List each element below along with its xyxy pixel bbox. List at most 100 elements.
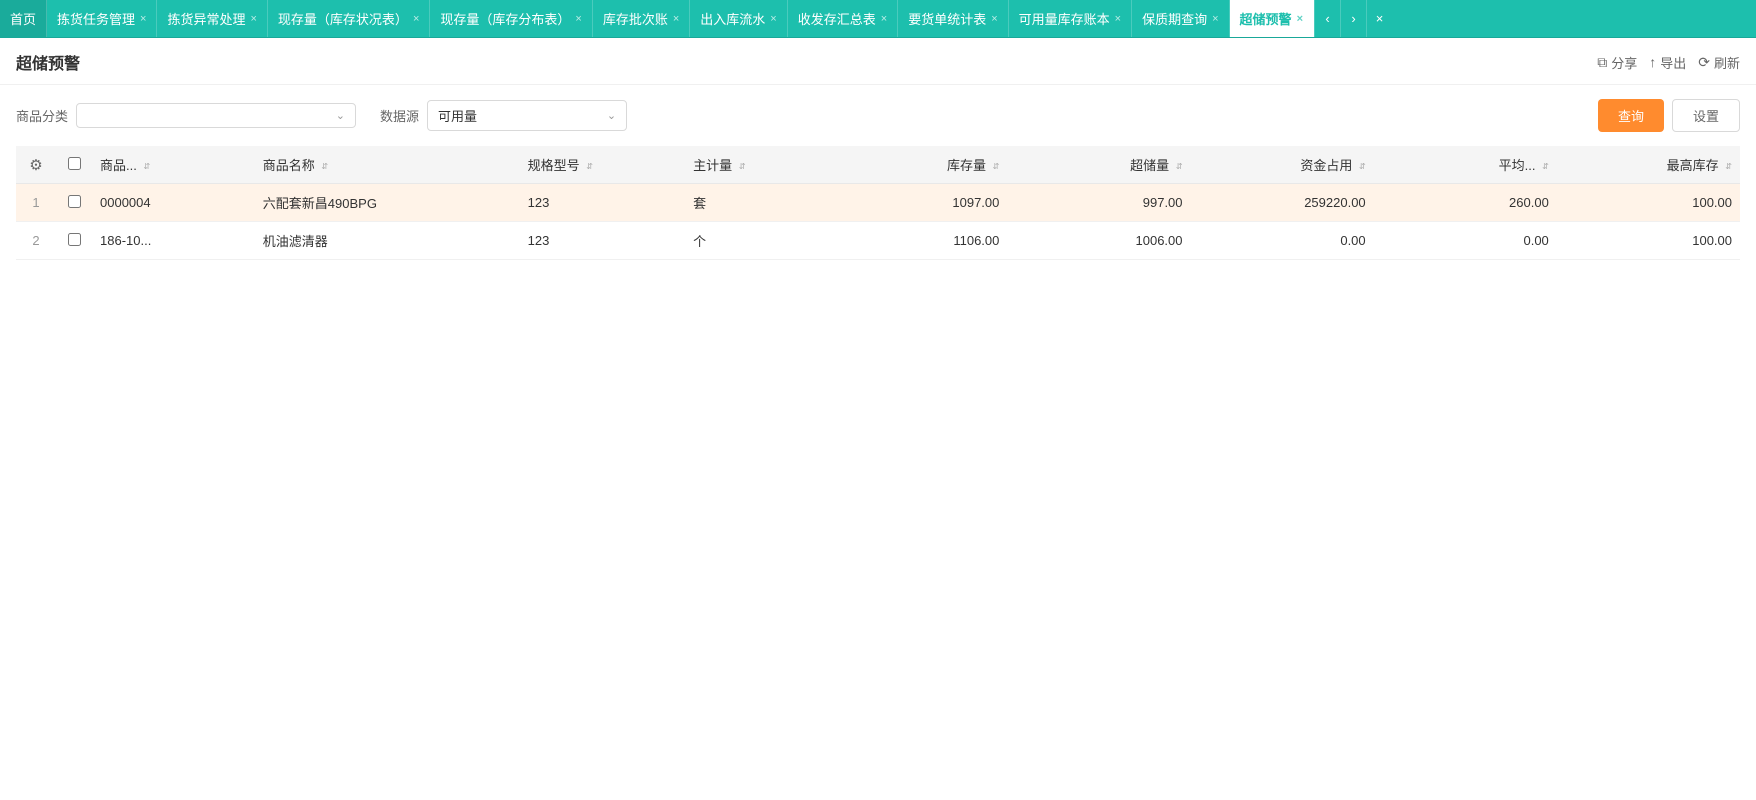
nav-item-task-mgmt[interactable]: 拣货任务管理 × <box>47 0 157 37</box>
sort-unit-icon[interactable]: ⇵ <box>739 163 746 171</box>
refresh-button[interactable]: ⟳ 刷新 <box>1698 53 1740 72</box>
th-capital: 资金占用 ⇵ <box>1191 146 1374 184</box>
category-select[interactable]: ⌄ <box>76 103 356 128</box>
th-name: 商品名称 ⇵ <box>255 146 520 184</box>
table-header-row: ⚙ 商品... ⇵ 商品名称 ⇵ 规格型号 ⇵ <box>16 146 1740 184</box>
nav-prev-arrow[interactable]: ‹ <box>1314 0 1340 37</box>
datasource-label: 数据源 <box>380 106 419 125</box>
close-order-stat[interactable]: × <box>991 13 997 25</box>
row-name: 机油滤清器 <box>255 222 520 260</box>
sort-max-stock-icon[interactable]: ⇵ <box>1725 163 1732 171</box>
page-title: 超储预警 <box>16 50 80 74</box>
row-unit: 套 <box>685 184 824 222</box>
sort-code-icon[interactable]: ⇵ <box>143 163 150 171</box>
th-avg: 平均... ⇵ <box>1374 146 1557 184</box>
close-in-out-flow[interactable]: × <box>770 13 776 25</box>
close-task-mgmt[interactable]: × <box>140 13 146 25</box>
nav-item-batch-account[interactable]: 库存批次账 × <box>593 0 690 37</box>
row-avg: 260.00 <box>1374 184 1557 222</box>
nav-item-order-stat[interactable]: 要货单统计表 × <box>898 0 1008 37</box>
nav-next-arrow[interactable]: › <box>1340 0 1366 37</box>
nav-item-quality-check[interactable]: 保质期查询 × <box>1132 0 1229 37</box>
row-max-stock: 100.00 <box>1557 184 1740 222</box>
th-spec: 规格型号 ⇵ <box>520 146 686 184</box>
row-overstock: 997.00 <box>1007 184 1190 222</box>
close-inventory-status[interactable]: × <box>413 13 419 25</box>
row-code: 186-10... <box>92 222 255 260</box>
close-collect-summary[interactable]: × <box>881 13 887 25</box>
close-inventory-dist[interactable]: × <box>575 13 581 25</box>
share-button[interactable]: ⧉ 分享 <box>1597 53 1637 72</box>
close-abnormal[interactable]: × <box>250 13 256 25</box>
nav-item-inventory-dist[interactable]: 现存量（库存分布表） × <box>430 0 592 37</box>
header-actions: ⧉ 分享 ↑ 导出 ⟳ 刷新 <box>1597 53 1740 72</box>
row-stock: 1106.00 <box>824 222 1007 260</box>
row-spec: 123 <box>520 184 686 222</box>
nav-close-all[interactable]: × <box>1366 0 1392 37</box>
datasource-filter-group: 数据源 可用量 ⌄ <box>380 100 627 131</box>
row-checkbox-cell <box>56 184 92 222</box>
data-table: ⚙ 商品... ⇵ 商品名称 ⇵ 规格型号 ⇵ <box>16 146 1740 260</box>
th-overstock: 超储量 ⇵ <box>1007 146 1190 184</box>
datasource-dropdown-arrow: ⌄ <box>607 109 616 122</box>
share-icon: ⧉ <box>1597 54 1607 71</box>
th-code: 商品... ⇵ <box>92 146 255 184</box>
row-num: 2 <box>16 222 56 260</box>
query-button[interactable]: 查询 <box>1598 99 1664 132</box>
page-container: 超储预警 ⧉ 分享 ↑ 导出 ⟳ 刷新 商品分类 ⌄ 数据源 <box>0 38 1756 800</box>
close-batch-account[interactable]: × <box>673 13 679 25</box>
th-unit: 主计量 ⇵ <box>685 146 824 184</box>
row-capital: 259220.00 <box>1191 184 1374 222</box>
row-num: 1 <box>16 184 56 222</box>
table-container: ⚙ 商品... ⇵ 商品名称 ⇵ 规格型号 ⇵ <box>0 146 1756 260</box>
row-stock: 1097.00 <box>824 184 1007 222</box>
close-available-account[interactable]: × <box>1115 13 1121 25</box>
filter-row: 商品分类 ⌄ 数据源 可用量 ⌄ 查询 设置 <box>0 85 1756 146</box>
refresh-icon: ⟳ <box>1698 54 1710 71</box>
th-gear: ⚙ <box>16 146 56 184</box>
sort-capital-icon[interactable]: ⇵ <box>1359 163 1366 171</box>
row-unit: 个 <box>685 222 824 260</box>
nav-item-collect-summary[interactable]: 收发存汇总表 × <box>788 0 898 37</box>
nav-item-in-out-flow[interactable]: 出入库流水 × <box>690 0 787 37</box>
row-max-stock: 100.00 <box>1557 222 1740 260</box>
sort-name-icon[interactable]: ⇵ <box>321 163 328 171</box>
row-name: 六配套新昌490BPG <box>255 184 520 222</box>
th-max-stock: 最高库存 ⇵ <box>1557 146 1740 184</box>
nav-item-overstock-warning[interactable]: 超储预警 × <box>1230 0 1314 37</box>
close-overstock-warning[interactable]: × <box>1297 13 1303 25</box>
row-checkbox-cell <box>56 222 92 260</box>
sort-avg-icon[interactable]: ⇵ <box>1542 163 1549 171</box>
select-all-checkbox[interactable] <box>68 157 81 170</box>
th-checkbox <box>56 146 92 184</box>
export-icon: ↑ <box>1649 54 1656 70</box>
row-overstock: 1006.00 <box>1007 222 1190 260</box>
settings-button[interactable]: 设置 <box>1672 99 1740 132</box>
export-button[interactable]: ↑ 导出 <box>1649 53 1686 72</box>
nav-item-home[interactable]: 首页 <box>0 0 47 37</box>
nav-item-abnormal[interactable]: 拣货异常处理 × <box>157 0 267 37</box>
filter-buttons: 查询 设置 <box>1598 99 1740 132</box>
category-label: 商品分类 <box>16 106 68 125</box>
category-filter-group: 商品分类 ⌄ <box>16 103 356 128</box>
category-dropdown-arrow: ⌄ <box>336 109 345 122</box>
column-settings-icon[interactable]: ⚙ <box>29 157 42 174</box>
page-header: 超储预警 ⧉ 分享 ↑ 导出 ⟳ 刷新 <box>0 38 1756 85</box>
row-spec: 123 <box>520 222 686 260</box>
nav-item-inventory-status[interactable]: 现存量（库存状况表） × <box>268 0 430 37</box>
row-checkbox[interactable] <box>68 195 81 208</box>
sort-stock-icon[interactable]: ⇵ <box>993 163 1000 171</box>
row-checkbox[interactable] <box>68 233 81 246</box>
sort-overstock-icon[interactable]: ⇵ <box>1176 163 1183 171</box>
table-row: 2 186-10... 机油滤清器 123 个 1106.00 1006.00 … <box>16 222 1740 260</box>
row-capital: 0.00 <box>1191 222 1374 260</box>
nav-item-available-account[interactable]: 可用量库存账本 × <box>1009 0 1132 37</box>
row-avg: 0.00 <box>1374 222 1557 260</box>
close-quality-check[interactable]: × <box>1212 13 1218 25</box>
th-stock: 库存量 ⇵ <box>824 146 1007 184</box>
row-code: 0000004 <box>92 184 255 222</box>
table-row: 1 0000004 六配套新昌490BPG 123 套 1097.00 997.… <box>16 184 1740 222</box>
datasource-select[interactable]: 可用量 ⌄ <box>427 100 627 131</box>
sort-spec-icon[interactable]: ⇵ <box>586 163 593 171</box>
top-nav: 首页 拣货任务管理 × 拣货异常处理 × 现存量（库存状况表） × 现存量（库存… <box>0 0 1756 38</box>
